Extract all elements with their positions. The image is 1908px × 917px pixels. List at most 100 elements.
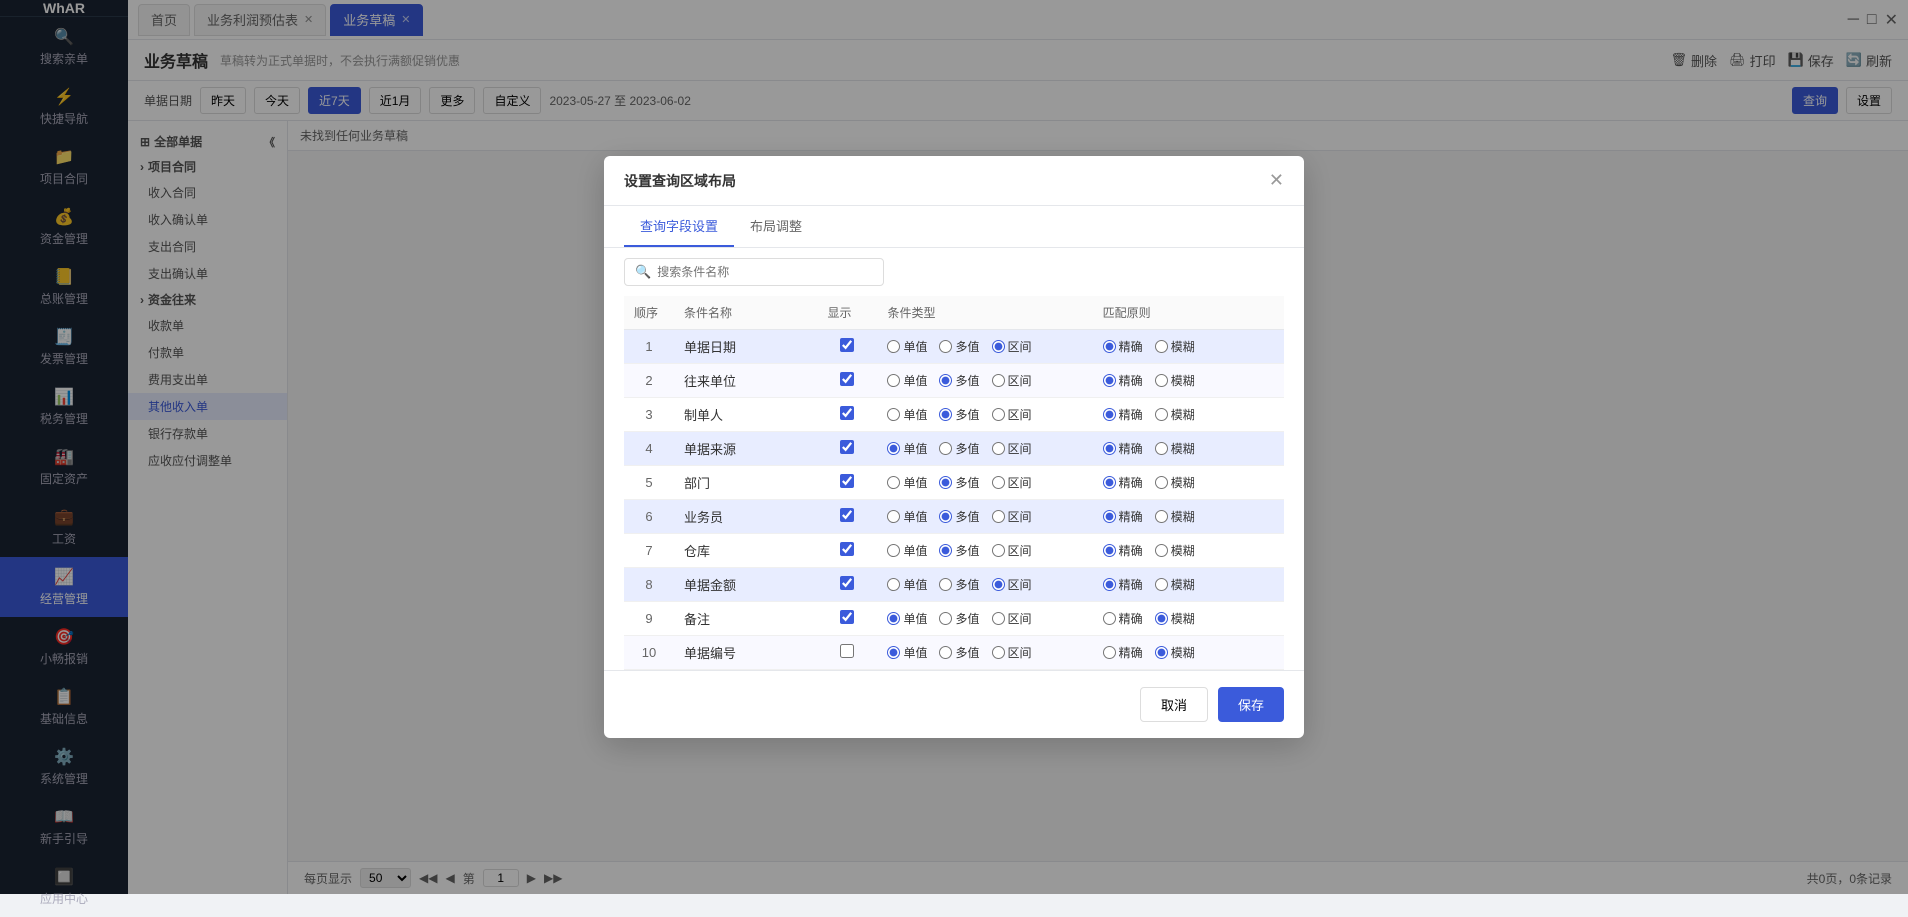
row-order: 4 <box>624 432 674 466</box>
radio-single[interactable]: 单值 <box>887 576 927 593</box>
radio-range[interactable]: 区间 <box>992 406 1032 423</box>
show-checkbox[interactable] <box>840 644 854 658</box>
show-checkbox[interactable] <box>840 406 854 420</box>
radio-range[interactable]: 区间 <box>992 644 1032 661</box>
th-match: 匹配原则 <box>1093 296 1284 330</box>
row-show[interactable] <box>817 398 877 432</box>
radio-multi[interactable]: 多值 <box>939 372 979 389</box>
row-show[interactable] <box>817 364 877 398</box>
radio-range[interactable]: 区间 <box>992 576 1032 593</box>
radio-multi[interactable]: 多值 <box>939 576 979 593</box>
radio-exact[interactable]: 精确 <box>1103 372 1143 389</box>
radio-range[interactable]: 区间 <box>992 542 1032 559</box>
show-checkbox[interactable] <box>840 610 854 624</box>
radio-exact[interactable]: 精确 <box>1103 610 1143 627</box>
row-type: 单值 多值 区间 <box>877 466 1092 500</box>
radio-single[interactable]: 单值 <box>887 406 927 423</box>
radio-fuzzy[interactable]: 模糊 <box>1155 406 1195 423</box>
radio-fuzzy[interactable]: 模糊 <box>1155 338 1195 355</box>
radio-fuzzy[interactable]: 模糊 <box>1155 644 1195 661</box>
radio-fuzzy[interactable]: 模糊 <box>1155 576 1195 593</box>
row-type: 单值 多值 区间 <box>877 534 1092 568</box>
radio-single[interactable]: 单值 <box>887 610 927 627</box>
radio-exact[interactable]: 精确 <box>1103 338 1143 355</box>
show-checkbox[interactable] <box>840 474 854 488</box>
radio-single[interactable]: 单值 <box>887 508 927 525</box>
radio-range[interactable]: 区间 <box>992 440 1032 457</box>
radio-fuzzy[interactable]: 模糊 <box>1155 372 1195 389</box>
show-checkbox[interactable] <box>840 338 854 352</box>
row-show[interactable] <box>817 534 877 568</box>
radio-fuzzy[interactable]: 模糊 <box>1155 610 1195 627</box>
radio-range[interactable]: 区间 <box>992 610 1032 627</box>
radio-fuzzy[interactable]: 模糊 <box>1155 508 1195 525</box>
row-show[interactable] <box>817 466 877 500</box>
row-order: 7 <box>624 534 674 568</box>
radio-range[interactable]: 区间 <box>992 338 1032 355</box>
radio-exact[interactable]: 精确 <box>1103 440 1143 457</box>
modal-table-container: 顺序 条件名称 显示 条件类型 匹配原则 1 单据日期 <box>604 296 1304 670</box>
row-name: 往来单位 <box>674 364 817 398</box>
show-checkbox[interactable] <box>840 576 854 590</box>
radio-multi[interactable]: 多值 <box>939 338 979 355</box>
radio-single[interactable]: 单值 <box>887 644 927 661</box>
modal-header: 设置查询区域布局 ✕ <box>604 156 1304 206</box>
radio-exact[interactable]: 精确 <box>1103 474 1143 491</box>
modal-tab-fields[interactable]: 查询字段设置 <box>624 206 734 247</box>
modal-tab-layout[interactable]: 布局调整 <box>734 206 818 247</box>
save-button[interactable]: 保存 <box>1218 687 1284 722</box>
show-checkbox[interactable] <box>840 508 854 522</box>
modal-close-btn[interactable]: ✕ <box>1269 170 1284 191</box>
row-show[interactable] <box>817 568 877 602</box>
row-type: 单值 多值 区间 <box>877 330 1092 364</box>
show-checkbox[interactable] <box>840 372 854 386</box>
row-show[interactable] <box>817 432 877 466</box>
row-order: 6 <box>624 500 674 534</box>
radio-multi[interactable]: 多值 <box>939 406 979 423</box>
show-checkbox[interactable] <box>840 440 854 454</box>
row-name: 备注 <box>674 602 817 636</box>
radio-single[interactable]: 单值 <box>887 440 927 457</box>
radio-single[interactable]: 单值 <box>887 542 927 559</box>
radio-exact[interactable]: 精确 <box>1103 508 1143 525</box>
radio-single[interactable]: 单值 <box>887 372 927 389</box>
radio-multi[interactable]: 多值 <box>939 542 979 559</box>
radio-range[interactable]: 区间 <box>992 474 1032 491</box>
row-show[interactable] <box>817 636 877 670</box>
row-show[interactable] <box>817 330 877 364</box>
row-order: 9 <box>624 602 674 636</box>
row-show[interactable] <box>817 602 877 636</box>
th-order: 顺序 <box>624 296 674 330</box>
radio-exact[interactable]: 精确 <box>1103 542 1143 559</box>
settings-modal: 设置查询区域布局 ✕ 查询字段设置 布局调整 🔍 <box>604 156 1304 738</box>
row-type: 单值 多值 区间 <box>877 602 1092 636</box>
row-type: 单值 多值 区间 <box>877 636 1092 670</box>
radio-multi[interactable]: 多值 <box>939 508 979 525</box>
row-order: 1 <box>624 330 674 364</box>
radio-single[interactable]: 单值 <box>887 338 927 355</box>
search-input[interactable] <box>657 265 873 279</box>
search-box: 🔍 <box>624 258 884 286</box>
radio-multi[interactable]: 多值 <box>939 610 979 627</box>
radio-single[interactable]: 单值 <box>887 474 927 491</box>
radio-multi[interactable]: 多值 <box>939 440 979 457</box>
show-checkbox[interactable] <box>840 542 854 556</box>
row-match: 精确 模糊 <box>1093 500 1284 534</box>
radio-range[interactable]: 区间 <box>992 372 1032 389</box>
radio-exact[interactable]: 精确 <box>1103 406 1143 423</box>
radio-exact[interactable]: 精确 <box>1103 644 1143 661</box>
row-name: 单据编号 <box>674 636 817 670</box>
radio-exact[interactable]: 精确 <box>1103 576 1143 593</box>
radio-fuzzy[interactable]: 模糊 <box>1155 474 1195 491</box>
row-order: 10 <box>624 636 674 670</box>
radio-fuzzy[interactable]: 模糊 <box>1155 440 1195 457</box>
radio-range[interactable]: 区间 <box>992 508 1032 525</box>
row-show[interactable] <box>817 500 877 534</box>
radio-fuzzy[interactable]: 模糊 <box>1155 542 1195 559</box>
cancel-button[interactable]: 取消 <box>1140 687 1208 722</box>
table-row: 7 仓库 单值 多值 区间 <box>624 534 1284 568</box>
radio-multi[interactable]: 多值 <box>939 644 979 661</box>
row-type: 单值 多值 区间 <box>877 364 1092 398</box>
radio-multi[interactable]: 多值 <box>939 474 979 491</box>
row-type: 单值 多值 区间 <box>877 432 1092 466</box>
